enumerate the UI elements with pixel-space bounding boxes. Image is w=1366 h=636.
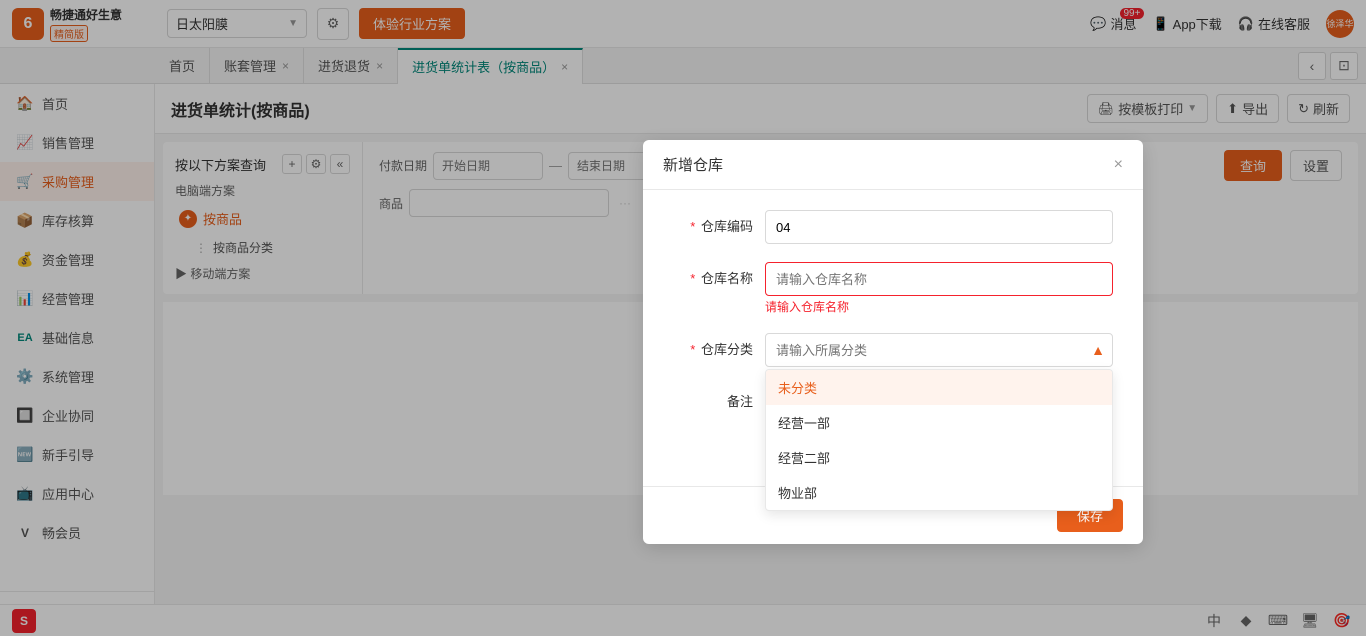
name-field-row: * 仓库名称 请输入仓库名称 — [673, 262, 1113, 315]
dropdown-item-dept1[interactable]: 经营一部 — [766, 405, 1112, 440]
category-field-row: * 仓库分类 ▲ 未分类 经营一部 经营二部 物业部 — [673, 333, 1113, 367]
note-label: 备注 — [673, 385, 753, 410]
dialog-header: 新增仓库 × — [643, 140, 1143, 190]
warehouse-code-input[interactable] — [765, 210, 1113, 244]
warehouse-name-input[interactable] — [765, 262, 1113, 296]
name-control-wrap: 请输入仓库名称 — [765, 262, 1113, 315]
category-select-wrap: ▲ 未分类 经营一部 经营二部 物业部 — [765, 333, 1113, 367]
category-required-star: * — [690, 342, 695, 357]
dropdown-item-uncategorized[interactable]: 未分类 — [766, 370, 1112, 405]
category-dropdown-list: 未分类 经营一部 经营二部 物业部 — [765, 369, 1113, 511]
new-warehouse-dialog: 新增仓库 × * 仓库编码 * 仓库名称 请输入仓库名称 — [643, 140, 1143, 544]
code-field-row: * 仓库编码 — [673, 210, 1113, 244]
dialog-close-button[interactable]: × — [1114, 156, 1123, 174]
name-error-msg: 请输入仓库名称 — [765, 298, 1113, 315]
dialog-title: 新增仓库 — [663, 154, 723, 175]
name-label: * 仓库名称 — [673, 262, 753, 287]
category-label: * 仓库分类 — [673, 333, 753, 358]
dropdown-item-property[interactable]: 物业部 — [766, 475, 1112, 510]
dialog-body: * 仓库编码 * 仓库名称 请输入仓库名称 * 仓库分类 — [643, 190, 1143, 486]
name-required-star: * — [690, 271, 695, 286]
dropdown-item-dept2[interactable]: 经营二部 — [766, 440, 1112, 475]
code-control-wrap — [765, 210, 1113, 244]
category-input[interactable] — [765, 333, 1113, 367]
category-control-wrap: ▲ 未分类 经营一部 经营二部 物业部 — [765, 333, 1113, 367]
code-label: * 仓库编码 — [673, 210, 753, 235]
code-required-star: * — [690, 219, 695, 234]
